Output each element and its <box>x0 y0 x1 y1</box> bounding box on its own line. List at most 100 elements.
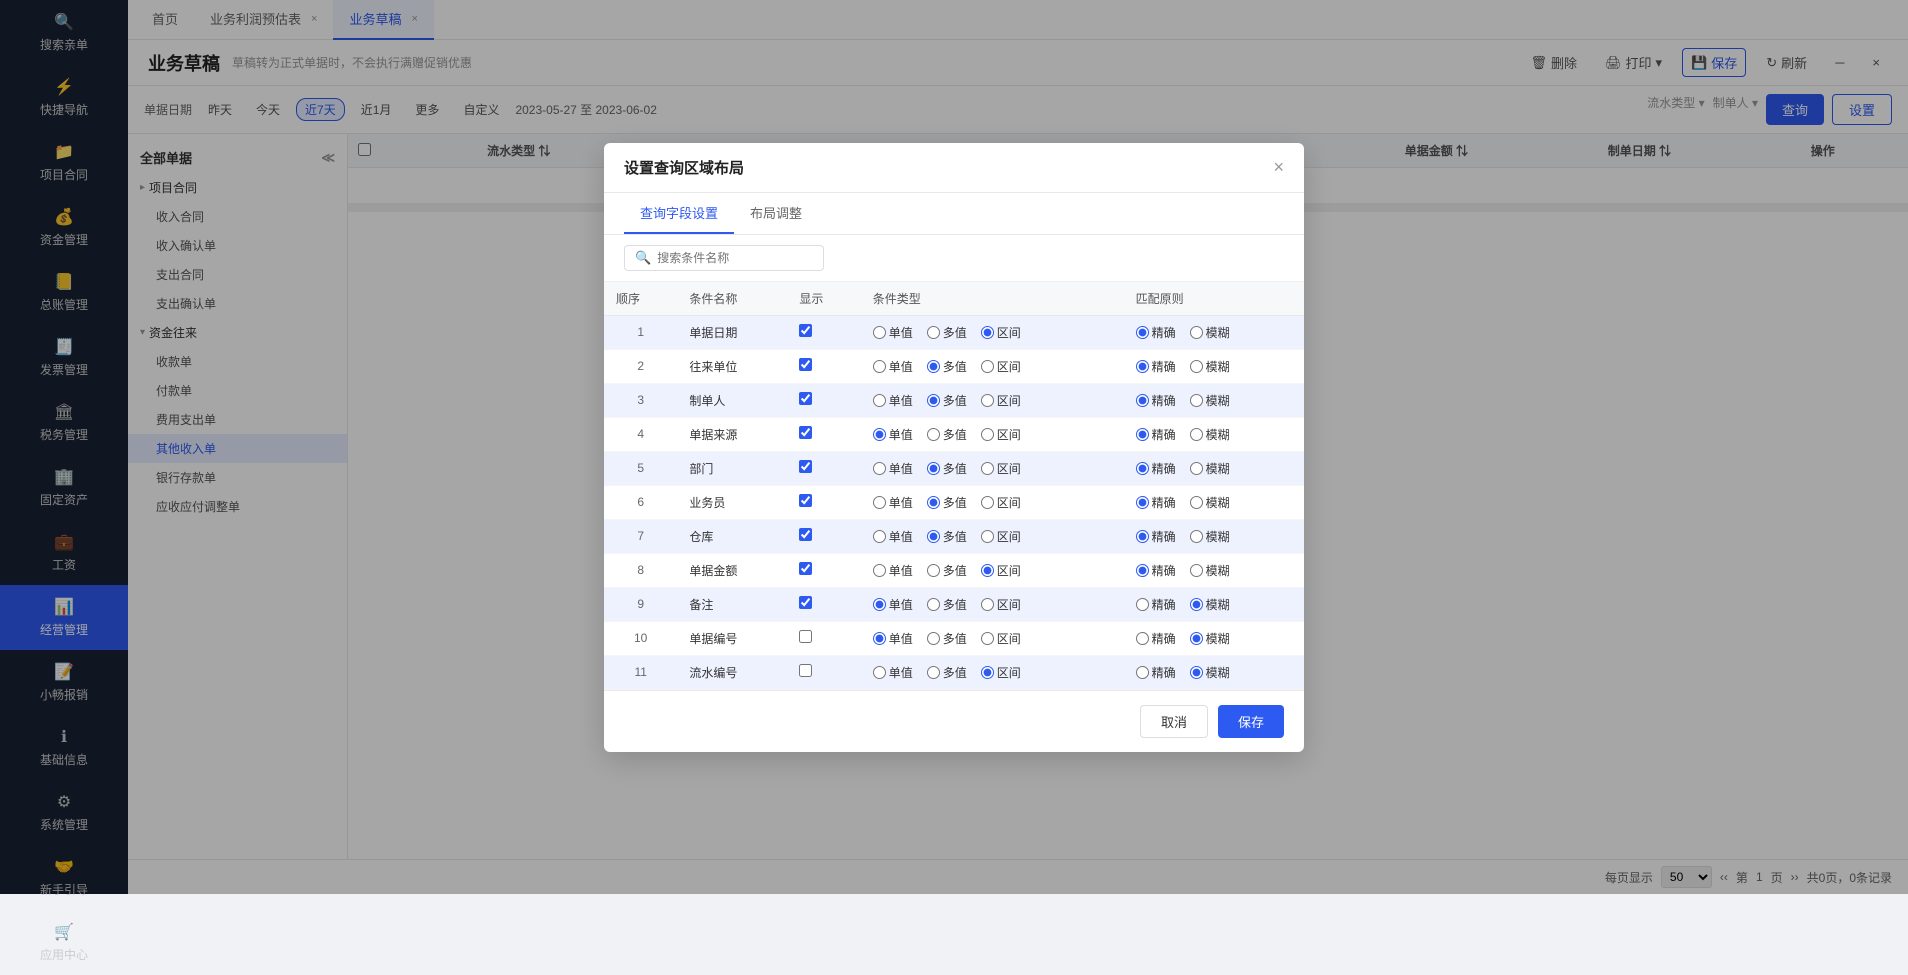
condition-name: 制单人 <box>677 383 787 417</box>
modal-tab-layout-adjust[interactable]: 布局调整 <box>734 193 818 234</box>
show-checkbox-cell <box>787 485 860 519</box>
radio-fuzzy[interactable]: 模糊 <box>1190 596 1230 613</box>
show-checkbox[interactable] <box>799 494 812 507</box>
radio-range[interactable]: 区间 <box>981 392 1021 409</box>
radio-single[interactable]: 单值 <box>873 630 913 647</box>
radio-single[interactable]: 单值 <box>873 562 913 579</box>
radio-range[interactable]: 区间 <box>981 596 1021 613</box>
radio-single[interactable]: 单值 <box>873 392 913 409</box>
radio-fuzzy[interactable]: 模糊 <box>1190 392 1230 409</box>
radio-exact[interactable]: 精确 <box>1136 426 1176 443</box>
show-checkbox[interactable] <box>799 596 812 609</box>
radio-multi[interactable]: 多值 <box>927 596 967 613</box>
cancel-button[interactable]: 取消 <box>1140 705 1208 738</box>
match-principle-cell: 精确模糊 <box>1124 417 1304 451</box>
radio-single[interactable]: 单值 <box>873 324 913 341</box>
show-checkbox-cell <box>787 315 860 349</box>
radio-range[interactable]: 区间 <box>981 460 1021 477</box>
radio-multi[interactable]: 多值 <box>927 664 967 681</box>
radio-fuzzy[interactable]: 模糊 <box>1190 324 1230 341</box>
radio-multi[interactable]: 多值 <box>927 358 967 375</box>
radio-exact[interactable]: 精确 <box>1136 392 1176 409</box>
radio-range[interactable]: 区间 <box>981 562 1021 579</box>
condition-name: 流水编号 <box>677 655 787 689</box>
condition-type-cell: 单值多值区间 <box>861 587 1124 621</box>
radio-multi[interactable]: 多值 <box>927 324 967 341</box>
radio-multi[interactable]: 多值 <box>927 460 967 477</box>
radio-single[interactable]: 单值 <box>873 426 913 443</box>
show-checkbox[interactable] <box>799 528 812 541</box>
radio-single[interactable]: 单值 <box>873 664 913 681</box>
radio-fuzzy[interactable]: 模糊 <box>1190 664 1230 681</box>
radio-fuzzy[interactable]: 模糊 <box>1190 630 1230 647</box>
radio-multi[interactable]: 多值 <box>927 630 967 647</box>
modal-save-button[interactable]: 保存 <box>1218 705 1284 738</box>
row-number: 6 <box>604 485 677 519</box>
radio-multi[interactable]: 多值 <box>927 494 967 511</box>
radio-fuzzy[interactable]: 模糊 <box>1190 494 1230 511</box>
condition-name: 单据金额 <box>677 553 787 587</box>
match-principle-cell: 精确模糊 <box>1124 655 1304 689</box>
radio-range[interactable]: 区间 <box>981 494 1021 511</box>
radio-exact[interactable]: 精确 <box>1136 358 1176 375</box>
radio-exact[interactable]: 精确 <box>1136 324 1176 341</box>
condition-name: 往来单位 <box>677 349 787 383</box>
radio-multi[interactable]: 多值 <box>927 426 967 443</box>
table-row: 2往来单位单值多值区间精确模糊 <box>604 349 1304 383</box>
radio-range[interactable]: 区间 <box>981 324 1021 341</box>
radio-fuzzy[interactable]: 模糊 <box>1190 562 1230 579</box>
radio-fuzzy[interactable]: 模糊 <box>1190 528 1230 545</box>
radio-multi[interactable]: 多值 <box>927 392 967 409</box>
radio-exact[interactable]: 精确 <box>1136 596 1176 613</box>
show-checkbox[interactable] <box>799 358 812 371</box>
modal-close-button[interactable]: × <box>1273 157 1284 178</box>
radio-range[interactable]: 区间 <box>981 528 1021 545</box>
show-checkbox[interactable] <box>799 392 812 405</box>
radio-fuzzy[interactable]: 模糊 <box>1190 460 1230 477</box>
radio-exact[interactable]: 精确 <box>1136 494 1176 511</box>
radio-exact[interactable]: 精确 <box>1136 528 1176 545</box>
radio-single[interactable]: 单值 <box>873 494 913 511</box>
radio-single[interactable]: 单值 <box>873 528 913 545</box>
radio-single[interactable]: 单值 <box>873 596 913 613</box>
radio-fuzzy[interactable]: 模糊 <box>1190 426 1230 443</box>
modal-tab-field-settings[interactable]: 查询字段设置 <box>624 193 734 234</box>
row-number: 5 <box>604 451 677 485</box>
show-checkbox-cell <box>787 383 860 417</box>
show-checkbox[interactable] <box>799 426 812 439</box>
show-checkbox[interactable] <box>799 324 812 337</box>
show-checkbox-cell <box>787 417 860 451</box>
show-checkbox[interactable] <box>799 562 812 575</box>
show-checkbox[interactable] <box>799 664 812 677</box>
match-principle-cell: 精确模糊 <box>1124 315 1304 349</box>
radio-range[interactable]: 区间 <box>981 630 1021 647</box>
radio-single[interactable]: 单值 <box>873 358 913 375</box>
radio-multi[interactable]: 多值 <box>927 562 967 579</box>
radio-range[interactable]: 区间 <box>981 426 1021 443</box>
match-principle-cell: 精确模糊 <box>1124 485 1304 519</box>
radio-exact[interactable]: 精确 <box>1136 460 1176 477</box>
match-principle-cell: 精确模糊 <box>1124 553 1304 587</box>
table-row: 8单据金额 单值多值区间 精确模糊 <box>604 553 1304 587</box>
sidebar-item-appstore[interactable]: 🛒 应用中心 <box>0 910 128 975</box>
row-number: 11 <box>604 655 677 689</box>
radio-single[interactable]: 单值 <box>873 460 913 477</box>
radio-exact[interactable]: 精确 <box>1136 630 1176 647</box>
show-checkbox[interactable] <box>799 630 812 643</box>
table-row: 10单据编号单值多值区间精确模糊 <box>604 621 1304 655</box>
show-checkbox[interactable] <box>799 460 812 473</box>
modal-search-input[interactable] <box>657 251 813 265</box>
row-number: 7 <box>604 519 677 553</box>
show-checkbox-cell <box>787 451 860 485</box>
radio-multi[interactable]: 多值 <box>927 528 967 545</box>
radio-fuzzy[interactable]: 模糊 <box>1190 358 1230 375</box>
condition-name: 备注 <box>677 587 787 621</box>
radio-range[interactable]: 区间 <box>981 358 1021 375</box>
radio-exact[interactable]: 精确 <box>1136 562 1176 579</box>
table-row: 3制单人单值多值区间精确模糊 <box>604 383 1304 417</box>
row-number: 8 <box>604 553 677 587</box>
modal-tabs: 查询字段设置 布局调整 <box>604 193 1304 235</box>
radio-exact[interactable]: 精确 <box>1136 664 1176 681</box>
settings-modal: 设置查询区域布局 × 查询字段设置 布局调整 🔍 顺序 条件名称 显示 <box>604 143 1304 752</box>
radio-range[interactable]: 区间 <box>981 664 1021 681</box>
